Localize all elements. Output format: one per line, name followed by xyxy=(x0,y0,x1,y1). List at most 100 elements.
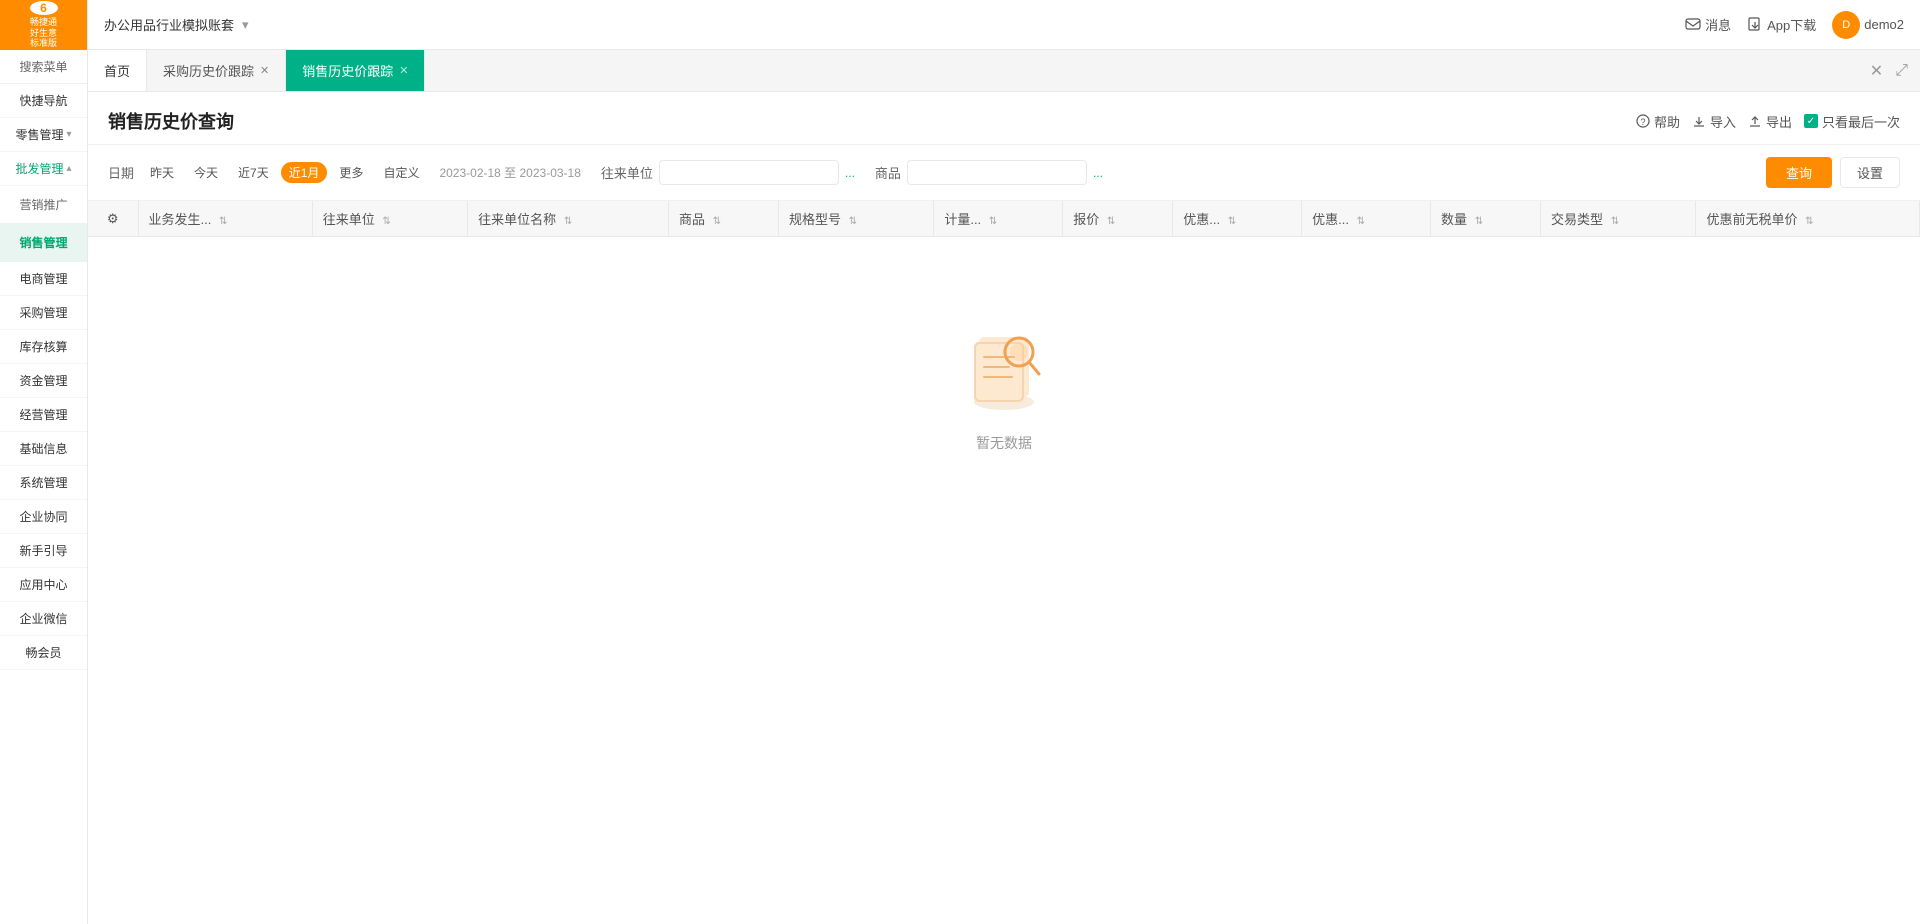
gear-icon: ⚙ xyxy=(107,211,119,226)
tab-purchase-history[interactable]: 采购历史价跟踪 ✕ xyxy=(147,50,286,91)
table-col-pretax-price[interactable]: 优惠前无税单价 ⇅ xyxy=(1696,201,1920,237)
page-header: 销售历史价查询 ? 帮助 导入 xyxy=(88,92,1920,145)
partner-filter-group: 往来单位 ... xyxy=(601,160,855,185)
sidebar-item-purchase[interactable]: 采购管理 xyxy=(0,296,87,330)
help-button[interactable]: ? 帮助 xyxy=(1636,112,1680,131)
col-label: 交易类型 xyxy=(1551,212,1603,227)
date-btn-last1m[interactable]: 近1月 xyxy=(281,162,328,183)
partner-label: 往来单位 xyxy=(601,163,653,182)
col-label: 数量 xyxy=(1441,212,1467,227)
search-menu[interactable]: 搜索菜单 xyxy=(0,50,87,84)
workspace-dropdown-icon[interactable]: ▾ xyxy=(242,17,249,33)
tab-sales-history[interactable]: 销售历史价跟踪 ✕ xyxy=(286,50,425,91)
table-col-discount1[interactable]: 优惠... ⇅ xyxy=(1173,201,1302,237)
partner-input[interactable] xyxy=(659,160,839,185)
sort-icon: ⇅ xyxy=(219,216,227,227)
tab-close-all-icon[interactable]: ✕ xyxy=(1870,61,1883,81)
sidebar-item-quick-nav[interactable]: 快捷导航 xyxy=(0,84,87,118)
user-menu[interactable]: D demo2 xyxy=(1832,11,1904,39)
table-col-trade-type[interactable]: 交易类型 ⇅ xyxy=(1541,201,1696,237)
tab-fullscreen-icon[interactable]: ⤢ xyxy=(1895,62,1908,80)
partner-picker-icon[interactable]: ... xyxy=(845,166,855,180)
sort-icon: ⇅ xyxy=(382,216,390,227)
message-button[interactable]: 消息 xyxy=(1685,15,1731,34)
table-header-row: ⚙ 业务发生... ⇅ 往来单位 ⇅ 往来单位名称 ⇅ xyxy=(88,201,1920,237)
sidebar-item-member[interactable]: 畅会员 xyxy=(0,636,87,670)
page-content: 销售历史价查询 ? 帮助 导入 xyxy=(88,92,1920,924)
data-table: ⚙ 业务发生... ⇅ 往来单位 ⇅ 往来单位名称 ⇅ xyxy=(88,201,1920,237)
svg-text:?: ? xyxy=(1640,117,1645,127)
date-btn-today[interactable]: 今天 xyxy=(186,162,226,183)
sidebar-item-guide[interactable]: 新手引导 xyxy=(0,534,87,568)
avatar: D xyxy=(1832,11,1860,39)
no-data-icon xyxy=(954,317,1054,417)
table-col-partner-code[interactable]: 往来单位 ⇅ xyxy=(312,201,467,237)
sidebar-item-retail-mgmt[interactable]: 零售管理 ▾ xyxy=(0,118,87,152)
table-col-gear[interactable]: ⚙ xyxy=(88,201,138,237)
goods-input[interactable] xyxy=(907,160,1087,185)
date-btn-yesterday[interactable]: 昨天 xyxy=(142,162,182,183)
col-label: 优惠... xyxy=(1312,212,1349,227)
sort-icon: ⇅ xyxy=(989,216,997,227)
goods-picker-icon[interactable]: ... xyxy=(1093,166,1103,180)
sidebar-item-inventory[interactable]: 库存核算 xyxy=(0,330,87,364)
sidebar-item-label: 电商管理 xyxy=(19,270,67,287)
sidebar-item-label: 零售管理 xyxy=(15,126,63,143)
tab-home[interactable]: 首页 xyxy=(88,50,147,91)
sidebar-item-enterprise[interactable]: 企业协同 xyxy=(0,500,87,534)
sidebar-item-label: 营销推广 xyxy=(19,198,67,212)
table-col-goods[interactable]: 商品 ⇅ xyxy=(668,201,778,237)
page-title: 销售历史价查询 xyxy=(108,108,234,134)
checkbox-icon: ✓ xyxy=(1804,114,1818,128)
col-label: 优惠前无税单价 xyxy=(1706,212,1797,227)
empty-state: 暂无数据 xyxy=(88,237,1920,533)
sidebar-item-system[interactable]: 系统管理 xyxy=(0,466,87,500)
table-container: ⚙ 业务发生... ⇅ 往来单位 ⇅ 往来单位名称 ⇅ xyxy=(88,201,1920,533)
sidebar-item-finance[interactable]: 资金管理 xyxy=(0,364,87,398)
sidebar-item-basic-info[interactable]: 基础信息 xyxy=(0,432,87,466)
sidebar-item-label: 系统管理 xyxy=(19,474,67,491)
settings-button[interactable]: 设置 xyxy=(1840,157,1900,188)
table-col-partner-name[interactable]: 往来单位名称 ⇅ xyxy=(468,201,669,237)
sidebar-item-wholesale-mgmt[interactable]: 批发管理 ▴ xyxy=(0,152,87,186)
tab-purchase-history-close[interactable]: ✕ xyxy=(260,64,269,77)
date-btn-more[interactable]: 更多 xyxy=(331,162,371,183)
sidebar-item-label: 新手引导 xyxy=(19,542,67,559)
col-label: 商品 xyxy=(679,212,705,227)
chevron-up-icon: ▴ xyxy=(66,163,71,174)
main-content: 办公用品行业模拟账套 ▾ 消息 App下载 D de xyxy=(88,0,1920,924)
query-button[interactable]: 查询 xyxy=(1766,157,1832,188)
table-col-spec[interactable]: 规格型号 ⇅ xyxy=(778,201,933,237)
sidebar-item-label: 销售管理 xyxy=(19,236,67,250)
sidebar-item-label: 快捷导航 xyxy=(19,92,67,109)
workspace-title: 办公用品行业模拟账套 xyxy=(104,15,234,34)
sidebar-item-wechat[interactable]: 企业微信 xyxy=(0,602,87,636)
last-only-checkbox[interactable]: ✓ 只看最后一次 xyxy=(1804,112,1900,131)
table-col-qty[interactable]: 数量 ⇅ xyxy=(1431,201,1541,237)
logo-icon: 6 xyxy=(30,1,58,15)
sidebar-item-ecommerce[interactable]: 电商管理 xyxy=(0,262,87,296)
app-download-button[interactable]: App下载 xyxy=(1747,15,1816,34)
sidebar-item-label: 经营管理 xyxy=(19,406,67,423)
table-col-biz-date[interactable]: 业务发生... ⇅ xyxy=(138,201,312,237)
sidebar-item-marketing[interactable]: 营销推广 xyxy=(0,186,87,224)
table-col-quote[interactable]: 报价 ⇅ xyxy=(1063,201,1173,237)
tab-sales-history-close[interactable]: ✕ xyxy=(399,64,408,77)
date-btn-last7[interactable]: 近7天 xyxy=(230,162,277,183)
sidebar-item-label: 企业微信 xyxy=(19,610,67,627)
checkbox-label: 只看最后一次 xyxy=(1822,112,1900,131)
table-col-unit[interactable]: 计量... ⇅ xyxy=(934,201,1063,237)
col-label: 往来单位名称 xyxy=(478,212,556,227)
sidebar-item-operations[interactable]: 经营管理 xyxy=(0,398,87,432)
sidebar-item-app-center[interactable]: 应用中心 xyxy=(0,568,87,602)
date-btn-custom[interactable]: 自定义 xyxy=(375,162,427,183)
message-label: 消息 xyxy=(1705,15,1731,34)
tab-bar-end: ✕ ⤢ xyxy=(1858,50,1920,91)
import-button[interactable]: 导入 xyxy=(1692,112,1736,131)
sidebar-item-sales-mgmt[interactable]: 销售管理 xyxy=(0,224,87,262)
message-icon xyxy=(1685,17,1701,33)
table-col-discount2[interactable]: 优惠... ⇅ xyxy=(1302,201,1431,237)
sort-icon: ⇅ xyxy=(1228,216,1236,227)
export-button[interactable]: 导出 xyxy=(1748,112,1792,131)
empty-text: 暂无数据 xyxy=(976,433,1032,453)
